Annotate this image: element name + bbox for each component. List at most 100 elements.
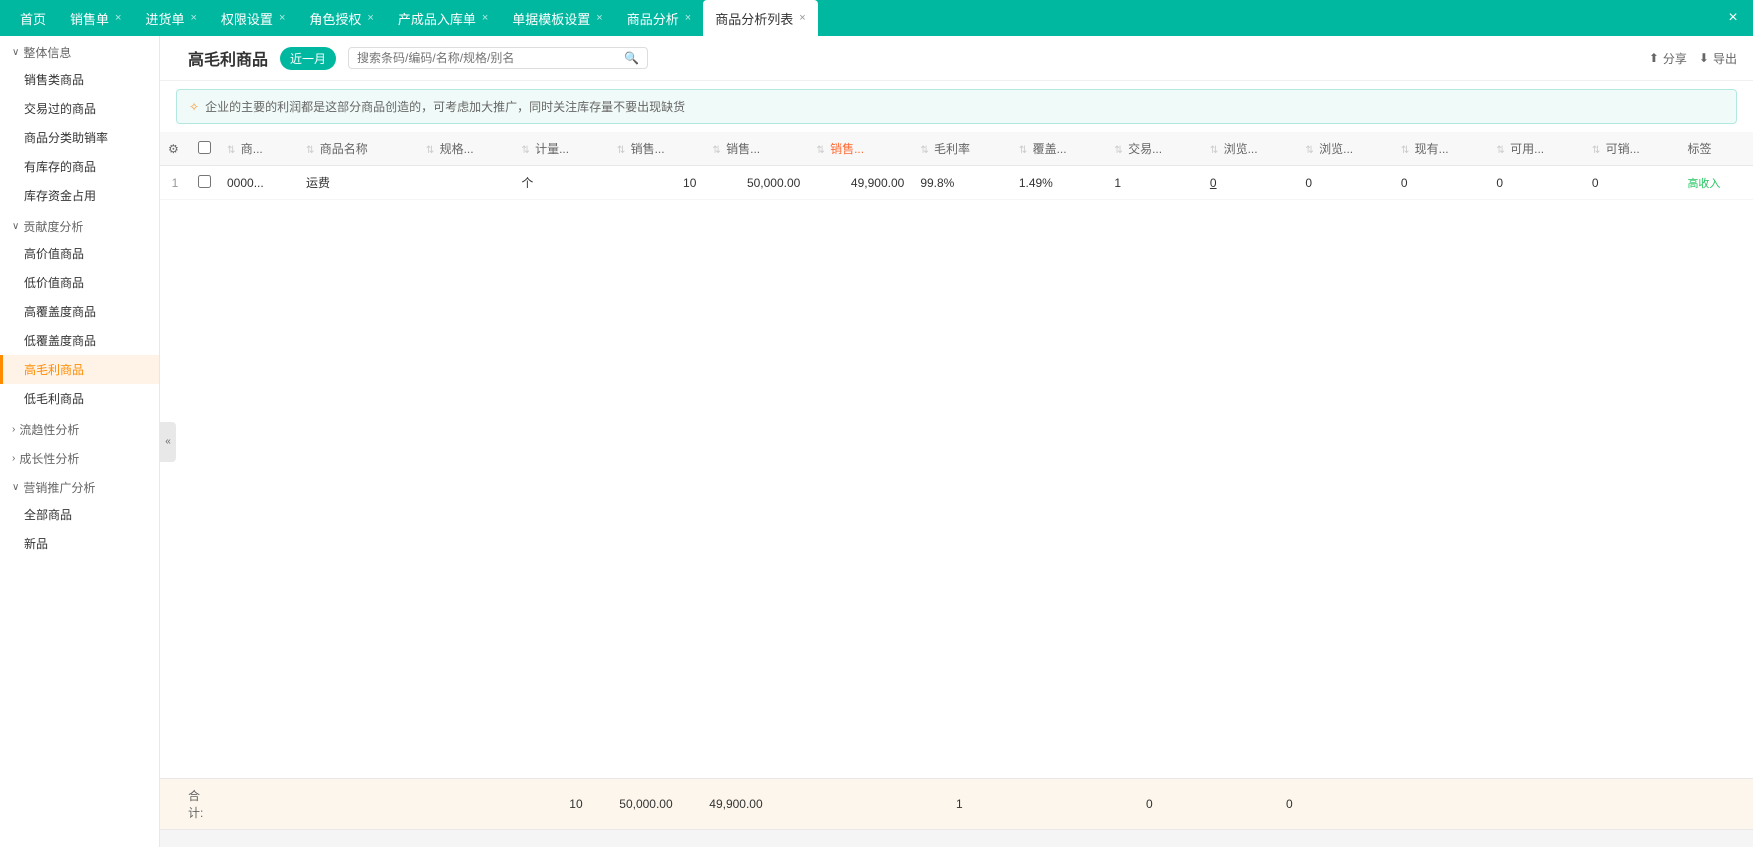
footer-sales-qty: 10 (531, 797, 591, 811)
close-icon[interactable]: × (279, 12, 285, 24)
table-header-row: ⚙ ⇅ 商... ⇅ 商品名称 (160, 132, 1753, 166)
nav-tab-permissions[interactable]: 权限设置 × (209, 0, 297, 36)
row-sales-amt: 50,000.00 (704, 166, 808, 200)
close-icon[interactable]: × (115, 12, 121, 24)
sidebar-collapse-button[interactable]: « (160, 422, 176, 462)
close-icon[interactable]: × (482, 12, 488, 24)
th-sales-qty[interactable]: ⇅ 销售... (609, 132, 705, 166)
share-icon: ⬆ (1649, 51, 1659, 65)
filter-period-button[interactable]: 近一月 (280, 47, 336, 70)
content-header: 高毛利商品 近一月 🔍 ⬆ 分享 ⬇ 导出 (160, 36, 1753, 81)
th-unit[interactable]: ⇅ 计量... (513, 132, 609, 166)
footer-stock-current: 0 (1091, 797, 1161, 811)
th-gross-margin[interactable]: ⇅ 毛利率 (912, 132, 1011, 166)
sidebar-group-growth[interactable]: › 成长性分析 (0, 442, 159, 471)
th-view1[interactable]: ⇅ 浏览... (1202, 132, 1298, 166)
nav-tab-roles[interactable]: 角色授权 × (297, 0, 385, 36)
sidebar-item-high-coverage[interactable]: 高覆盖度商品 (0, 297, 159, 326)
top-nav: 首页 销售单 × 进货单 × 权限设置 × 角色授权 × 产成品入库单 × 单据… (0, 0, 1753, 36)
header-actions: ⬆ 分享 ⬇ 导出 (1649, 50, 1737, 67)
close-icon[interactable]: × (596, 12, 602, 24)
sort-icon: ⇅ (1592, 145, 1600, 156)
th-view2[interactable]: ⇅ 浏览... (1297, 132, 1393, 166)
row-view2: 0 (1297, 166, 1393, 200)
close-icon[interactable]: × (685, 12, 691, 24)
th-settings[interactable]: ⚙ (160, 132, 190, 166)
sidebar-group-contribution[interactable]: ∨ 贡献度分析 (0, 210, 159, 239)
sidebar-item-low-coverage[interactable]: 低覆盖度商品 (0, 326, 159, 355)
row-checkbox[interactable] (190, 166, 219, 200)
close-icon[interactable]: × (367, 12, 373, 24)
settings-icon[interactable]: ⚙ (168, 142, 179, 156)
export-button[interactable]: ⬇ 导出 (1699, 50, 1737, 67)
sidebar-item-high-value[interactable]: 高价值商品 (0, 239, 159, 268)
chevron-down-icon: ∨ (12, 482, 19, 493)
sidebar: ∨ 整体信息 销售类商品 交易过的商品 商品分类助销率 有库存的商品 库存资金占… (0, 36, 160, 847)
nav-tab-production[interactable]: 产成品入库单 × (386, 0, 500, 36)
th-stock-saleable[interactable]: ⇅ 可销... (1584, 132, 1680, 166)
nav-tab-product-analysis[interactable]: 商品分析 × (615, 0, 703, 36)
sidebar-group-flow[interactable]: › 流趋性分析 (0, 413, 159, 442)
row-stock-current: 0 (1393, 166, 1489, 200)
row-sales-qty: 10 (609, 166, 705, 200)
sidebar-item-sales-products[interactable]: 销售类商品 (0, 65, 159, 94)
data-table: ⚙ ⇅ 商... ⇅ 商品名称 (160, 132, 1753, 200)
row-view1[interactable]: 0 (1202, 166, 1298, 200)
footer-bar: 合计: 10 50,000.00 49,900.00 1 0 0 (160, 778, 1753, 829)
sort-icon: ⇅ (816, 145, 824, 156)
sidebar-group-overall[interactable]: ∨ 整体信息 (0, 36, 159, 65)
th-spec[interactable]: ⇅ 规格... (418, 132, 514, 166)
horizontal-scrollbar[interactable] (160, 829, 1753, 847)
nav-tab-templates[interactable]: 单据模板设置 × (500, 0, 614, 36)
sidebar-item-category-rate[interactable]: 商品分类助销率 (0, 123, 159, 152)
search-icon[interactable]: 🔍 (624, 51, 639, 65)
sidebar-item-high-margin[interactable]: 高毛利商品 (0, 355, 159, 384)
content-area: « 高毛利商品 近一月 🔍 ⬆ 分享 ⬇ 导出 ✧ 企 (160, 36, 1753, 847)
sort-icon: ⇅ (617, 145, 625, 156)
sidebar-item-stock-capital[interactable]: 库存资金占用 (0, 181, 159, 210)
row-unit: 个 (513, 166, 609, 200)
th-stock-available[interactable]: ⇅ 可用... (1488, 132, 1584, 166)
th-trade-count[interactable]: ⇅ 交易... (1106, 132, 1202, 166)
nav-tab-sales[interactable]: 销售单 × (58, 0, 133, 36)
sidebar-item-in-stock[interactable]: 有库存的商品 (0, 152, 159, 181)
window-close-button[interactable]: × (1721, 6, 1745, 30)
close-icon[interactable]: × (799, 12, 805, 24)
sort-icon: ⇅ (1019, 145, 1027, 156)
select-all-checkbox[interactable] (198, 141, 211, 154)
sidebar-item-low-margin[interactable]: 低毛利商品 (0, 384, 159, 413)
th-code[interactable]: ⇅ 商... (219, 132, 298, 166)
sort-icon: ⇅ (1496, 145, 1504, 156)
sort-icon: ⇅ (1114, 145, 1122, 156)
chevron-right-icon: › (12, 453, 15, 464)
nav-tab-purchase[interactable]: 进货单 × (133, 0, 208, 36)
row-code[interactable]: 0000... (219, 166, 298, 200)
sidebar-item-low-value[interactable]: 低价值商品 (0, 268, 159, 297)
sidebar-item-traded-products[interactable]: 交易过的商品 (0, 94, 159, 123)
sidebar-group-marketing[interactable]: ∨ 营销推广分析 (0, 471, 159, 500)
th-sales-profit[interactable]: ⇅ 销售... (808, 132, 912, 166)
footer-label: 合计: (188, 787, 215, 821)
share-button[interactable]: ⬆ 分享 (1649, 50, 1687, 67)
sidebar-item-all-products[interactable]: 全部商品 (0, 500, 159, 529)
row-tag: 高收入 (1679, 166, 1753, 200)
sort-icon: ⇅ (712, 145, 720, 156)
th-stock-current[interactable]: ⇅ 现有... (1393, 132, 1489, 166)
chevron-right-icon: › (12, 424, 15, 435)
nav-tab-analysis-list[interactable]: 商品分析列表 × (703, 0, 817, 36)
sort-icon: ⇅ (521, 145, 529, 156)
row-num: 1 (160, 166, 190, 200)
footer-stock-saleable: 0 (1231, 797, 1301, 811)
sidebar-item-new-products[interactable]: 新品 (0, 529, 159, 558)
table-container: ⚙ ⇅ 商... ⇅ 商品名称 (160, 132, 1753, 847)
th-name[interactable]: ⇅ 商品名称 (298, 132, 418, 166)
row-coverage: 1.49% (1011, 166, 1107, 200)
th-sales-amt[interactable]: ⇅ 销售... (704, 132, 808, 166)
nav-tab-home[interactable]: 首页 (8, 0, 58, 36)
close-icon[interactable]: × (190, 12, 196, 24)
search-input[interactable] (357, 51, 618, 65)
row-name[interactable]: 运费 (298, 166, 418, 200)
th-coverage[interactable]: ⇅ 覆盖... (1011, 132, 1107, 166)
row-select-checkbox[interactable] (198, 175, 211, 188)
sort-icon: ⇅ (306, 145, 314, 156)
